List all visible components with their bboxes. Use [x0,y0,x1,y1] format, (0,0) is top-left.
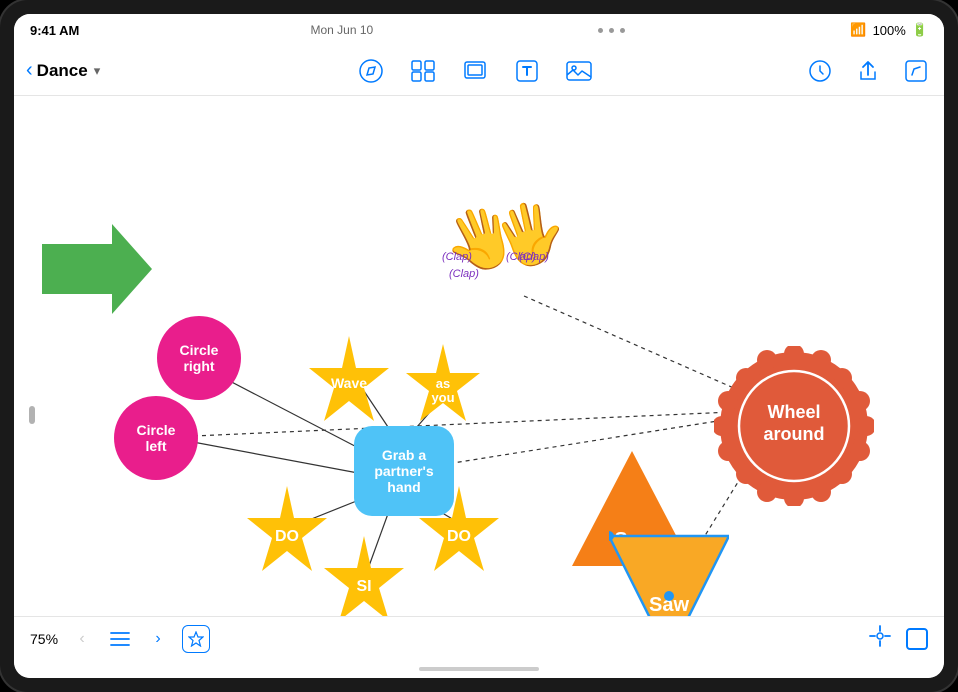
saw-triangle-node[interactable]: Saw [609,531,729,616]
canvas[interactable]: Circleright Circleleft 🖐️ 🖐️ (Clap) (Cla… [14,96,944,616]
bottom-left: 75% ‹ › [30,625,210,653]
dot2 [609,28,614,33]
toolbar-center [146,55,804,87]
image-button[interactable] [563,55,595,87]
edit-button[interactable] [900,55,932,87]
bottom-bar: 75% ‹ › [14,616,944,660]
pencil-circle-button[interactable] [355,55,387,87]
svg-text:DO: DO [447,528,471,545]
si-star-svg: SI [319,536,409,616]
ipad-frame: 9:41 AM Mon Jun 10 📶 100% 🔋 ‹ Dance ▾ [0,0,958,692]
fullscreen-button[interactable] [906,628,928,650]
green-arrow-svg [42,224,152,314]
circle-right-node[interactable]: Circleright [157,316,241,400]
do-right-node[interactable]: DO [414,486,504,581]
toolbar: ‹ Dance ▾ [14,46,944,96]
svg-text:as: as [436,376,450,391]
svg-text:you: you [431,390,454,405]
svg-text:SI: SI [356,578,371,595]
status-date: Mon Jun 10 [310,23,373,37]
clap-text-2: (Clap) [519,251,549,263]
saw-triangle-svg: Saw [609,531,729,616]
screen: 9:41 AM Mon Jun 10 📶 100% 🔋 ‹ Dance ▾ [14,14,944,678]
menu-button[interactable] [106,625,134,653]
document-title: Dance [37,61,88,81]
battery-text: 100% [873,23,906,38]
svg-text:around: around [764,424,825,444]
next-button[interactable]: › [144,625,172,653]
dot3 [620,28,625,33]
status-bar: 9:41 AM Mon Jun 10 📶 100% 🔋 [14,14,944,46]
wheel-around-svg: Wheel around [714,346,874,506]
home-bar [419,667,539,671]
circle-left-node[interactable]: Circleleft [114,396,198,480]
layers-button[interactable] [459,55,491,87]
do-right-star-svg: DO [414,486,504,576]
as-you-node[interactable]: as you [402,344,484,431]
grid-button[interactable] [407,55,439,87]
svg-text:Wave: Wave [331,375,367,391]
circle-right-label: Circleright [180,342,219,374]
status-right: 📶 100% 🔋 [850,22,928,38]
green-arrow [42,224,152,319]
wave-node[interactable]: Wave [304,336,394,431]
arrange-button[interactable] [868,624,892,654]
as-you-star-svg: as you [402,344,484,426]
dot1 [598,28,603,33]
status-center [598,28,625,33]
back-chevron-icon: ‹ [26,60,33,80]
back-button[interactable]: ‹ [26,62,33,80]
title-chevron-icon: ▾ [94,63,101,79]
toolbar-left: ‹ Dance ▾ [26,61,146,81]
clap-label-left: (Clap) [442,251,472,263]
zoom-level: 75% [30,631,58,647]
status-time: 9:41 AM [30,23,79,38]
toolbar-right [804,55,932,87]
side-handle [29,406,35,424]
text-button[interactable] [511,55,543,87]
favorite-button[interactable] [182,625,210,653]
svg-text:DO: DO [275,528,299,545]
clock-button[interactable] [804,55,836,87]
si-node[interactable]: SI [319,536,409,616]
circle-left-label: Circleleft [137,422,176,454]
share-button[interactable] [852,55,884,87]
clap-text-1: (Clap) [449,268,479,280]
wheel-around-node[interactable]: Wheel around [714,346,874,511]
wifi-icon: 📶 [850,22,866,38]
battery-icon: 🔋 [912,22,928,38]
bottom-right [868,624,928,654]
prev-button[interactable]: ‹ [68,625,96,653]
clap-hands: 🖐️ 🖐️ (Clap) (Clap) [434,196,584,306]
wave-star-svg: Wave [304,336,394,426]
home-indicator [14,660,944,678]
svg-text:Wheel: Wheel [767,402,820,422]
